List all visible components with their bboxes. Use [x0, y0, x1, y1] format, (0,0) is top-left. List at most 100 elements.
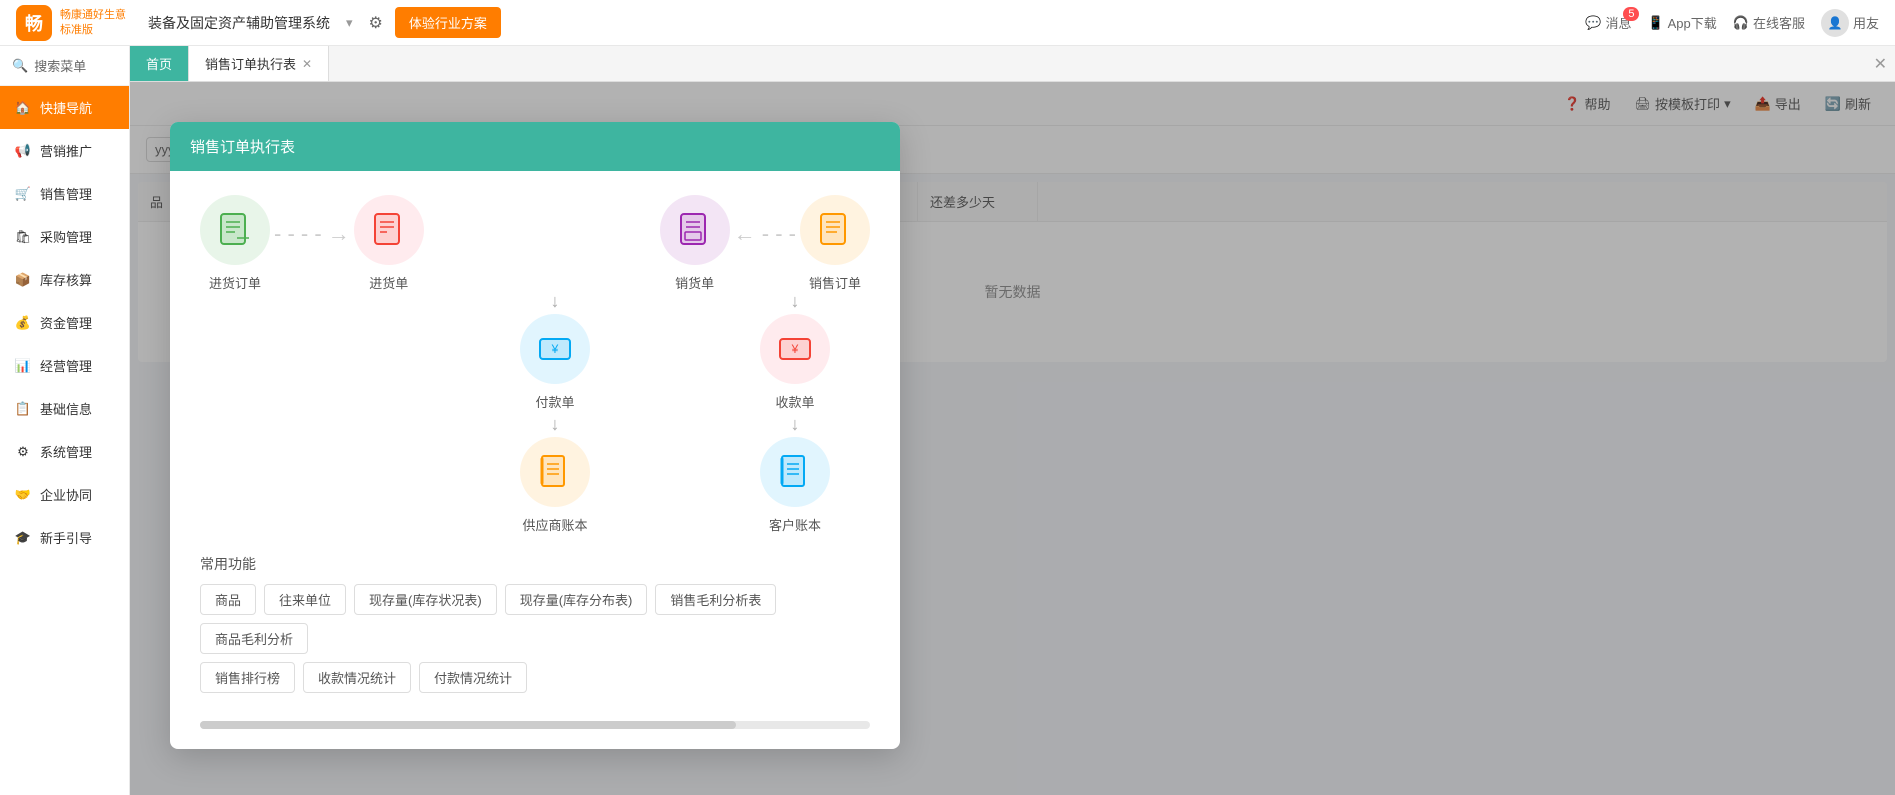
payment-col: ↓ ¥ 付款单 ↓	[520, 292, 590, 534]
payment-icon: ¥	[520, 314, 590, 384]
top-header: 畅 畅康通好生意 标准版 装备及固定资产辅助管理系统 ▾ ⚙ 体验行业方案 💬 …	[0, 0, 1895, 46]
flow-row-1: 进货订单 - - - - →	[200, 195, 870, 292]
arrow-down-2: ↓	[791, 292, 800, 310]
purchase-icon: 🛍	[14, 228, 32, 246]
sales-order-icon	[800, 195, 870, 265]
modal-overlay[interactable]: 销售订单执行表 进货订单	[130, 82, 1895, 795]
flow-diagram: 进货订单 - - - - →	[170, 171, 900, 544]
flow-node-purchase-order[interactable]: 进货订单	[200, 195, 270, 292]
sidebar-item-operations[interactable]: 📊 经营管理	[0, 344, 129, 387]
search-icon: 🔍	[12, 58, 28, 74]
sales-bill-icon	[660, 195, 730, 265]
guide-icon: 🎓	[14, 529, 32, 547]
btn-sales-margin[interactable]: 销售毛利分析表	[655, 584, 776, 615]
modal-title: 销售订单执行表	[190, 136, 295, 157]
purchase-order-label: 进货订单	[209, 273, 261, 292]
flow-node-supplier-ledger[interactable]: 供应商账本	[520, 437, 590, 534]
finance-icon: 💰	[14, 314, 32, 332]
btn-goods[interactable]: 商品	[200, 584, 256, 615]
supplier-ledger-icon	[520, 437, 590, 507]
flow-node-receipt[interactable]: ¥ 收款单	[760, 314, 830, 411]
app-download-button[interactable]: 📱 App下载	[1647, 13, 1716, 32]
flow-node-purchase-bill[interactable]: 进货单	[354, 195, 424, 292]
arrow-down-1: ↓	[551, 292, 560, 310]
header-left: 畅 畅康通好生意 标准版 装备及固定资产辅助管理系统 ▾ ⚙ 体验行业方案	[16, 5, 501, 41]
sidebar-item-system[interactable]: ⚙ 系统管理	[0, 430, 129, 473]
collab-icon: 🤝	[14, 486, 32, 504]
message-badge: 5	[1623, 7, 1639, 21]
modal-scrollbar-thumb	[200, 721, 736, 729]
receipt-col: ↓ ¥ 收款单 ↓	[760, 292, 830, 534]
purchase-order-icon	[200, 195, 270, 265]
user-menu[interactable]: 👤 用友	[1821, 9, 1879, 37]
user-avatar: 👤	[1821, 9, 1849, 37]
inventory-icon: 📦	[14, 271, 32, 289]
common-buttons-row2: 销售排行榜 收款情况统计 付款情况统计	[200, 662, 870, 693]
sidebar-item-guide[interactable]: 🎓 新手引导	[0, 516, 129, 559]
page-content: ❓ 帮助 🖨 按模板打印 ▾ 📤 导出 🔄 刷新	[130, 82, 1895, 795]
logo-text: 畅康通好生意 标准版	[60, 8, 126, 37]
purchase-bill-label: 进货单	[369, 273, 408, 292]
header-right: 💬 消息 5 📱 App下载 🎧 在线客服 👤 用友	[1585, 9, 1879, 37]
sidebar-item-marketing[interactable]: 📢 营销推广	[0, 129, 129, 172]
btn-sales-rank[interactable]: 销售排行榜	[200, 662, 295, 693]
trial-button[interactable]: 体验行业方案	[395, 7, 501, 38]
main-area: 🔍 搜索菜单 🏠 快捷导航 📢 营销推广 🛒 销售管理 🛍	[0, 46, 1895, 795]
message-button[interactable]: 💬 消息 5	[1585, 13, 1631, 32]
btn-receipt-stats[interactable]: 收款情况统计	[303, 662, 411, 693]
sidebar-item-sales[interactable]: 🛒 销售管理	[0, 172, 129, 215]
flow-row-2: ↓ ¥ 付款单 ↓	[200, 292, 870, 534]
system-icon: ⚙	[14, 443, 32, 461]
btn-stock-status[interactable]: 现存量(库存状况表)	[354, 584, 497, 615]
system-title: 装备及固定资产辅助管理系统	[148, 13, 330, 33]
window-close-icon[interactable]: ✕	[1874, 54, 1887, 74]
message-icon: 💬	[1585, 15, 1601, 31]
marketing-icon: 📢	[14, 142, 32, 160]
logo-icon: 畅	[16, 5, 52, 41]
search-menu[interactable]: 🔍 搜索菜单	[0, 46, 129, 86]
sales-order-label: 销售订单	[809, 273, 861, 292]
tab-bar: 首页 销售订单执行表 ✕ ✕	[130, 46, 1895, 82]
sidebar-item-collab[interactable]: 🤝 企业协同	[0, 473, 129, 516]
modal-box: 销售订单执行表 进货订单	[170, 122, 900, 749]
system-dropdown-icon[interactable]: ▾	[342, 11, 357, 35]
sidebar-item-finance[interactable]: 💰 资金管理	[0, 301, 129, 344]
arrow-2: ← - - -	[730, 221, 800, 247]
flow-node-sales-order[interactable]: 销售订单	[800, 195, 870, 292]
flow-node-sales-bill[interactable]: 销货单	[660, 195, 730, 292]
svg-text:¥: ¥	[791, 342, 799, 356]
sales-bill-label: 销货单	[675, 273, 714, 292]
sidebar-item-quick-nav[interactable]: 🏠 快捷导航	[0, 86, 129, 129]
arrow-down-3: ↓	[551, 415, 560, 433]
receipt-icon: ¥	[760, 314, 830, 384]
content-area: 首页 销售订单执行表 ✕ ✕ ❓ 帮助	[130, 46, 1895, 795]
flow-node-payment[interactable]: ¥ 付款单	[520, 314, 590, 411]
download-icon: 📱	[1647, 15, 1663, 31]
svg-text:¥: ¥	[551, 342, 559, 356]
modal-scrollbar[interactable]	[200, 721, 870, 729]
settings-icon[interactable]: ⚙	[369, 13, 383, 33]
receipt-label: 收款单	[775, 392, 814, 411]
online-service-button[interactable]: 🎧 在线客服	[1733, 13, 1805, 32]
modal-header: 销售订单执行表	[170, 122, 900, 171]
service-icon: 🎧	[1733, 15, 1749, 31]
supplier-ledger-label: 供应商账本	[522, 515, 587, 534]
btn-payment-stats[interactable]: 付款情况统计	[419, 662, 527, 693]
sidebar-item-basic-info[interactable]: 📋 基础信息	[0, 387, 129, 430]
btn-stock-dist[interactable]: 现存量(库存分布表)	[505, 584, 648, 615]
arrow-1: - - - - →	[270, 221, 354, 247]
tab-end: ✕	[329, 54, 1895, 74]
customer-ledger-label: 客户账本	[769, 515, 821, 534]
btn-contacts[interactable]: 往来单位	[264, 584, 346, 615]
payment-label: 付款单	[535, 392, 574, 411]
sidebar-item-purchase[interactable]: 🛍 采购管理	[0, 215, 129, 258]
sidebar: 🔍 搜索菜单 🏠 快捷导航 📢 营销推广 🛒 销售管理 🛍	[0, 46, 130, 795]
arrow-down-4: ↓	[791, 415, 800, 433]
btn-goods-margin[interactable]: 商品毛利分析	[200, 623, 308, 654]
tab-sales-exec[interactable]: 销售订单执行表 ✕	[189, 46, 329, 81]
sales-icon: 🛒	[14, 185, 32, 203]
flow-node-customer-ledger[interactable]: 客户账本	[760, 437, 830, 534]
sidebar-item-inventory[interactable]: 📦 库存核算	[0, 258, 129, 301]
tab-close-icon[interactable]: ✕	[302, 57, 312, 71]
tab-home[interactable]: 首页	[130, 46, 189, 81]
